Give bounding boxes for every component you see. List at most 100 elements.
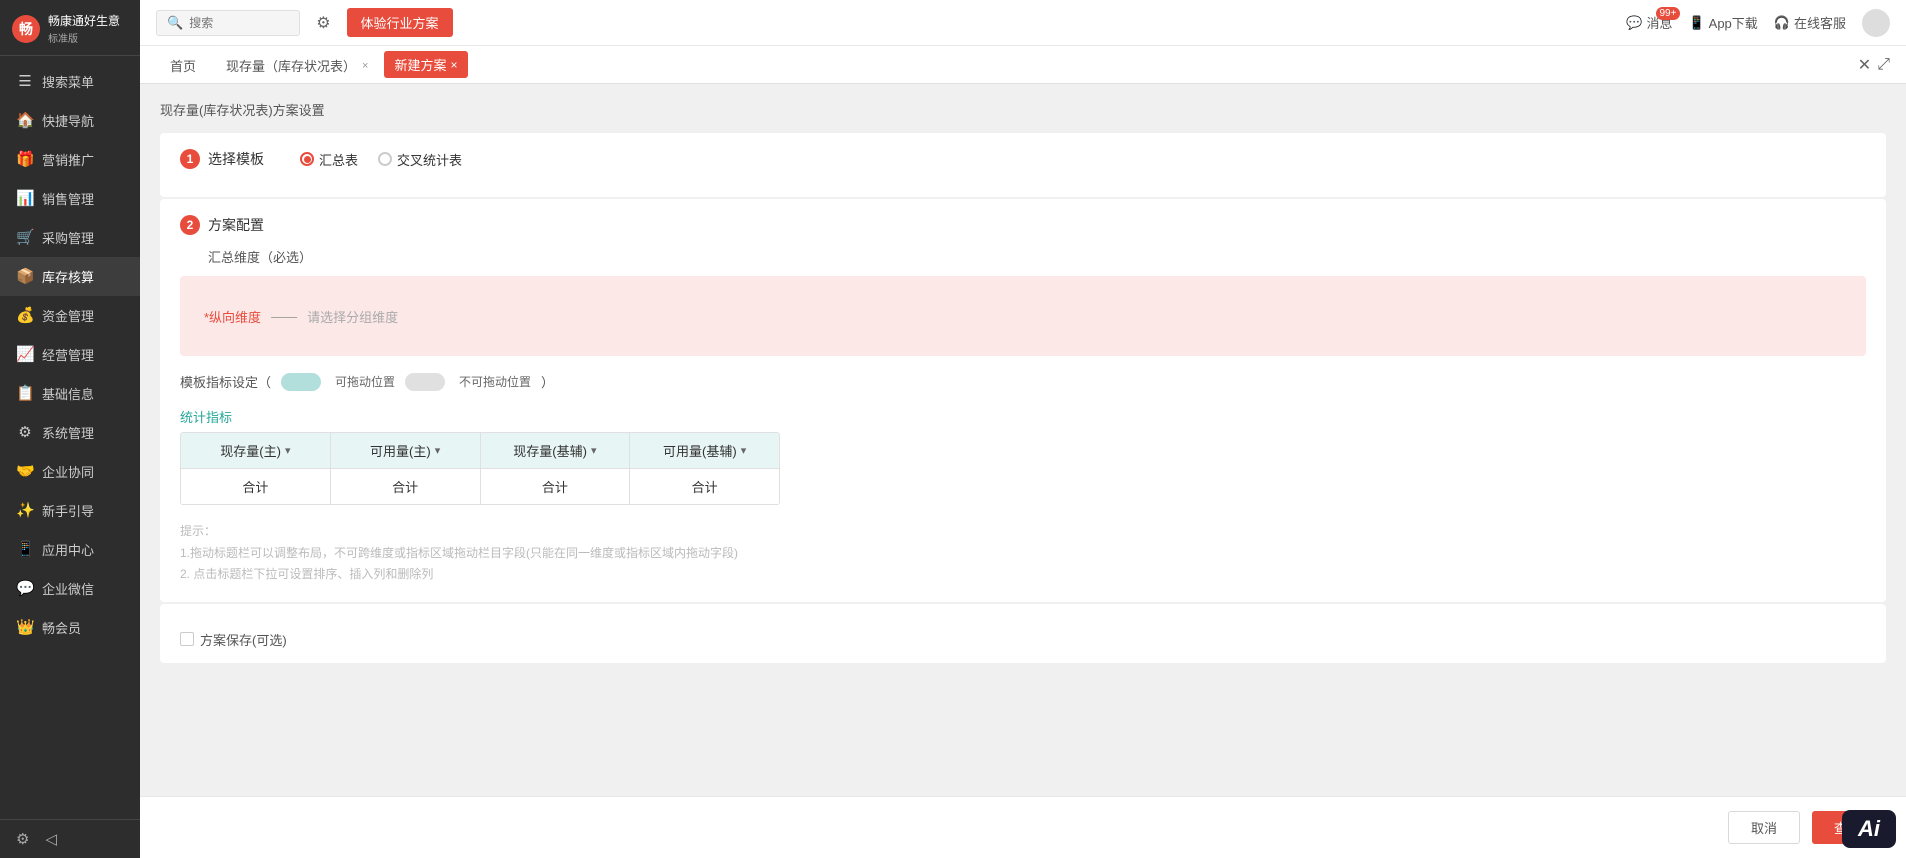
radio-cross-circle <box>378 152 392 166</box>
tab-new-label: 新建方案 <box>394 55 446 74</box>
save-checkbox[interactable] <box>180 632 194 646</box>
dimension-arrow: —— <box>271 309 297 324</box>
dimension-area[interactable]: *纵向维度 —— 请选择分组维度 <box>180 276 1866 356</box>
col-header-0[interactable]: 现存量(主) ▾ <box>181 433 331 468</box>
tab-new-close-icon[interactable]: × <box>450 58 457 72</box>
sidebar-item-member[interactable]: 👑 畅会员 <box>0 608 140 647</box>
dimension-placeholder: 请选择分组维度 <box>307 307 398 326</box>
sidebar-item-search-menu[interactable]: ☰ 搜索菜单 <box>0 62 140 101</box>
sidebar-item-management[interactable]: 📈 经营管理 <box>0 335 140 374</box>
col-sub-text-3: 合计 <box>692 477 718 496</box>
page-title: 现存量(库存状况表)方案设置 <box>160 100 1886 119</box>
search-icon: 🔍 <box>167 15 183 31</box>
radio-summary-circle <box>300 152 314 166</box>
col-sub-text-1: 合计 <box>392 477 418 496</box>
tip-2: 2. 点击标题栏下拉可设置排序、插入列和删除列 <box>180 564 1866 586</box>
sound-icon[interactable]: ◁ <box>45 830 57 848</box>
settings-bottom-icon[interactable]: ⚙ <box>16 830 29 848</box>
sidebar-item-inventory[interactable]: 📦 库存核算 <box>0 257 140 296</box>
tab-inventory[interactable]: 现存量（库存状况表） × <box>212 46 382 84</box>
window-expand-icon[interactable]: ⤢ <box>1877 56 1890 74</box>
online-service-btn[interactable]: 🎧 在线客服 <box>1774 13 1846 32</box>
sidebar-item-finance[interactable]: 💰 资金管理 <box>0 296 140 335</box>
sidebar-item-label: 畅会员 <box>42 618 81 637</box>
system-icon: ⚙ <box>16 423 34 441</box>
stats-table-body: 合计 合计 合计 合计 <box>181 468 779 504</box>
topbar-settings-icon[interactable]: ⚙ <box>316 13 330 33</box>
sidebar-logo: 畅 畅康通好生意 标准版 <box>0 0 140 56</box>
sidebar-item-apps[interactable]: 📱 应用中心 <box>0 530 140 569</box>
sidebar-item-system[interactable]: ⚙ 系统管理 <box>0 413 140 452</box>
col-dropdown-2[interactable]: ▾ <box>591 444 597 457</box>
step2-section: 2 方案配置 汇总维度（必选） *纵向维度 —— 请选择分组维度 模板指标设定（… <box>160 199 1886 602</box>
marketing-icon: 🎁 <box>16 150 34 168</box>
messages-btn[interactable]: 💬 消息 99+ <box>1626 13 1672 32</box>
sidebar-item-wechat[interactable]: 💬 企业微信 <box>0 569 140 608</box>
sidebar-item-basic[interactable]: 📋 基础信息 <box>0 374 140 413</box>
tab-new[interactable]: 新建方案 × <box>384 51 467 78</box>
app-download-btn[interactable]: 📱 App下载 <box>1688 13 1757 32</box>
sales-icon: 📊 <box>16 189 34 207</box>
sidebar-item-contract[interactable]: 🤝 企业协同 <box>0 452 140 491</box>
basic-icon: 📋 <box>16 384 34 402</box>
ai-badge[interactable]: Ai <box>1842 810 1896 848</box>
radio-cross[interactable]: 交叉统计表 <box>378 150 462 169</box>
stats-title: 统计指标 <box>180 407 1866 426</box>
radio-summary-label: 汇总表 <box>319 150 358 169</box>
save-option-section: 方案保存(可选) <box>160 604 1886 663</box>
col-sub-2: 合计 <box>481 468 631 504</box>
col-dropdown-3[interactable]: ▾ <box>741 444 747 457</box>
tips-title: 提示： <box>180 524 216 538</box>
guide-icon: ✨ <box>16 501 34 519</box>
col-label-0: 现存量(主) <box>220 441 281 460</box>
service-label: 在线客服 <box>1794 13 1846 32</box>
sidebar-item-guide[interactable]: ✨ 新手引导 <box>0 491 140 530</box>
tab-home-label: 首页 <box>170 56 196 75</box>
save-option[interactable]: 方案保存(可选) <box>180 630 1866 649</box>
sidebar-nav: ☰ 搜索菜单 🏠 快捷导航 🎁 营销推广 📊 销售管理 🛒 采购管理 📦 库存核… <box>0 56 140 819</box>
draggable-tag <box>281 373 321 391</box>
trial-btn[interactable]: 体验行业方案 <box>347 8 453 37</box>
fixed-tag <box>405 373 445 391</box>
sidebar: 畅 畅康通好生意 标准版 ☰ 搜索菜单 🏠 快捷导航 🎁 营销推广 📊 销售管理… <box>0 0 140 858</box>
footer-bar: 取消 查询 <box>140 796 1906 858</box>
app-label: App下载 <box>1709 13 1758 32</box>
step2-badge: 2 <box>180 215 200 235</box>
save-label: 方案保存(可选) <box>200 630 287 649</box>
window-close-icon[interactable]: ✕ <box>1858 55 1871 75</box>
apps-icon: 📱 <box>16 540 34 558</box>
message-badge: 99+ <box>1656 7 1681 20</box>
sidebar-item-sales[interactable]: 📊 销售管理 <box>0 179 140 218</box>
col-header-1[interactable]: 可用量(主) ▾ <box>331 433 481 468</box>
service-icon: 🎧 <box>1774 15 1790 31</box>
sidebar-item-quick-nav[interactable]: 🏠 快捷导航 <box>0 101 140 140</box>
sidebar-item-label: 经营管理 <box>42 345 94 364</box>
tab-home[interactable]: 首页 <box>156 46 210 84</box>
tips-section: 提示： 1.拖动标题栏可以调整布局，不可跨维度或指标区域拖动栏目字段(只能在同一… <box>180 521 1866 586</box>
tab-inventory-close[interactable]: × <box>362 60 368 72</box>
search-input[interactable] <box>189 16 289 30</box>
col-dropdown-0[interactable]: ▾ <box>285 444 291 457</box>
col-sub-text-0: 合计 <box>242 477 268 496</box>
purchase-icon: 🛒 <box>16 228 34 246</box>
col-dropdown-1[interactable]: ▾ <box>435 444 441 457</box>
col-header-2[interactable]: 现存量(基辅) ▾ <box>481 433 631 468</box>
col-header-3[interactable]: 可用量(基辅) ▾ <box>630 433 779 468</box>
radio-summary[interactable]: 汇总表 <box>300 150 358 169</box>
sidebar-item-label: 销售管理 <box>42 189 94 208</box>
sidebar-item-marketing[interactable]: 🎁 营销推广 <box>0 140 140 179</box>
sidebar-item-label: 采购管理 <box>42 228 94 247</box>
search-menu-icon: ☰ <box>16 72 34 90</box>
finance-icon: 💰 <box>16 306 34 324</box>
sidebar-item-label: 基础信息 <box>42 384 94 403</box>
col-sub-text-2: 合计 <box>542 477 568 496</box>
template-radio-group: 汇总表 交叉统计表 <box>300 150 462 169</box>
user-avatar[interactable] <box>1862 9 1890 37</box>
sidebar-item-purchase[interactable]: 🛒 采购管理 <box>0 218 140 257</box>
wechat-icon: 💬 <box>16 579 34 597</box>
app-icon: 📱 <box>1688 15 1704 31</box>
sidebar-item-label: 资金管理 <box>42 306 94 325</box>
cancel-button[interactable]: 取消 <box>1728 811 1800 844</box>
logo-name: 畅康通好生意 <box>48 14 120 30</box>
topbar-search-box[interactable]: 🔍 <box>156 10 300 36</box>
